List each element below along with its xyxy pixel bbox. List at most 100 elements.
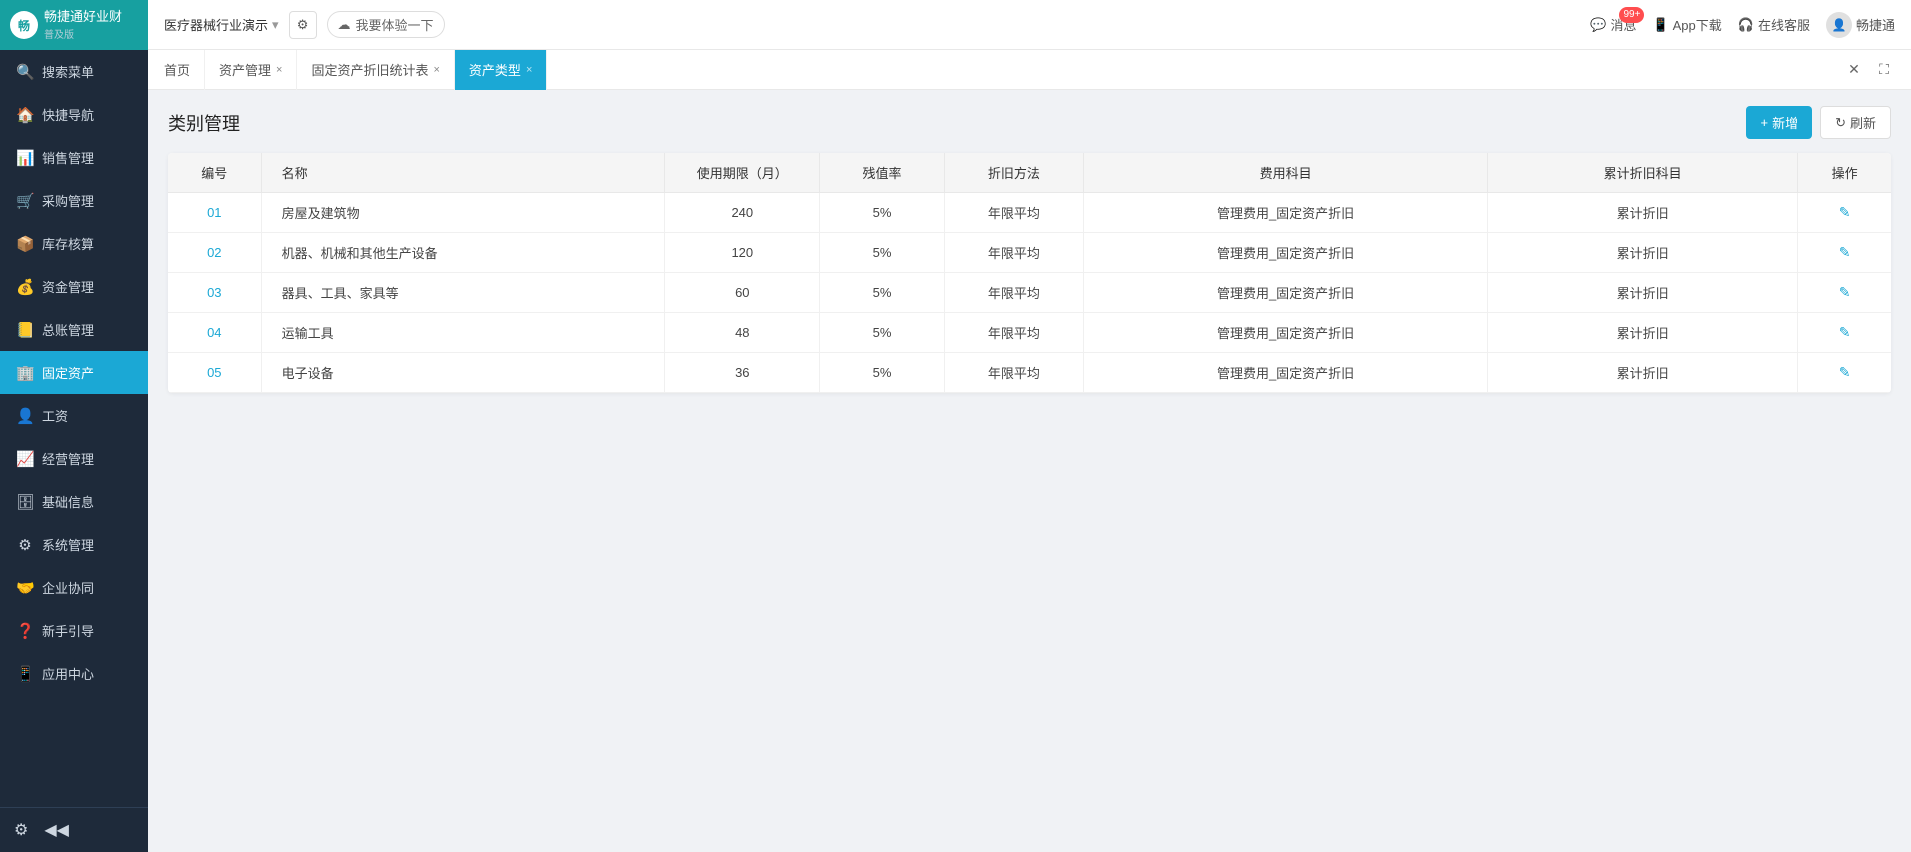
category-table-container: 编号 名称 使用期限（月） 残值率 折旧方法 费用科目 累计折旧科目 操作 01… (168, 153, 1891, 393)
sidebar-item-purchase[interactable]: 🛒 采购管理 (0, 179, 148, 222)
app-download-label: App下载 (1673, 15, 1722, 34)
sidebar-header: 畅 畅捷通好业财 普及版 (0, 0, 148, 50)
company-dropdown-icon: ▾ (272, 17, 279, 33)
sidebar-item-basicinfo[interactable]: 🗄 基础信息 (0, 480, 148, 523)
sidebar-item-search[interactable]: 🔍 搜索菜单 (0, 50, 148, 93)
cell-op: ✎ (1798, 233, 1891, 273)
cell-id[interactable]: 03 (168, 273, 261, 313)
sidebar-item-salary[interactable]: 👤 工资 (0, 394, 148, 437)
refresh-button-label: 刷新 (1850, 113, 1876, 132)
tab-home-label: 首页 (164, 60, 190, 79)
messages-btn[interactable]: 💬 消息 99 (1590, 15, 1636, 34)
sidebar-item-system[interactable]: ⚙ 系统管理 (0, 523, 148, 566)
cell-id[interactable]: 04 (168, 313, 261, 353)
edit-icon[interactable]: ✎ (1839, 284, 1851, 300)
cell-name: 运输工具 (261, 313, 665, 353)
company-selector[interactable]: 医疗器械行业演示 ▾ (164, 15, 279, 34)
enterprise-icon: 🤝 (16, 579, 34, 597)
page-actions: + 新增 ↻ 刷新 (1746, 106, 1891, 139)
user-btn[interactable]: 👤 畅捷通 (1826, 12, 1895, 38)
sidebar-item-quicknav[interactable]: 🏠 快捷导航 (0, 93, 148, 136)
cell-accum: 累计折旧 (1487, 233, 1797, 273)
cell-id[interactable]: 05 (168, 353, 261, 393)
ledger-icon: 📒 (16, 321, 34, 339)
tab-expand-btn[interactable]: ⛶ (1873, 59, 1895, 81)
avatar: 👤 (1826, 12, 1852, 38)
topbar: 医疗器械行业演示 ▾ ⚙ ☁ 我要体验一下 💬 消息 99 📱 App下载 🎧 … (148, 0, 1911, 50)
salary-icon: 👤 (16, 407, 34, 425)
tab-close-btn[interactable]: ✕ (1843, 59, 1865, 81)
main-area: 医疗器械行业演示 ▾ ⚙ ☁ 我要体验一下 💬 消息 99 📱 App下载 🎧 … (148, 0, 1911, 852)
settings-footer-icon[interactable]: ⚙ (10, 816, 32, 844)
sidebar-item-operations[interactable]: 📈 经营管理 (0, 437, 148, 480)
edit-icon[interactable]: ✎ (1839, 244, 1851, 260)
tab-asset-management-close[interactable]: × (276, 64, 282, 76)
sidebar-item-guide[interactable]: ❓ 新手引导 (0, 609, 148, 652)
edit-icon[interactable]: ✎ (1839, 364, 1851, 380)
app-name: 畅捷通好业财 (44, 9, 122, 26)
company-name: 医疗器械行业演示 (164, 15, 268, 34)
cell-id[interactable]: 02 (168, 233, 261, 273)
new-button[interactable]: + 新增 (1746, 106, 1812, 139)
cloud-icon: ☁ (338, 17, 351, 33)
topbar-right: 💬 消息 99 📱 App下载 🎧 在线客服 👤 畅捷通 (1590, 12, 1895, 38)
sidebar-item-fixed[interactable]: 🏢 固定资产 (0, 351, 148, 394)
tab-home[interactable]: 首页 (164, 50, 205, 90)
tab-depreciation-stats-label: 固定资产折旧统计表 (311, 60, 428, 79)
cell-name: 电子设备 (261, 353, 665, 393)
edit-icon[interactable]: ✎ (1839, 204, 1851, 220)
tab-depreciation-stats[interactable]: 固定资产折旧统计表 × (297, 50, 454, 90)
refresh-button[interactable]: ↻ 刷新 (1820, 106, 1891, 139)
headset-icon: 🎧 (1738, 17, 1754, 33)
cell-op: ✎ (1798, 273, 1891, 313)
online-service-btn[interactable]: 🎧 在线客服 (1738, 15, 1810, 34)
online-service-label: 在线客服 (1758, 15, 1810, 34)
cell-rate: 5% (820, 273, 944, 313)
sidebar-item-label-fixed: 固定资产 (42, 363, 94, 382)
sidebar-item-sales[interactable]: 📊 销售管理 (0, 136, 148, 179)
app-edition: 普及版 (44, 26, 122, 41)
basicinfo-icon: 🗄 (16, 493, 34, 511)
app-download-btn[interactable]: 📱 App下载 (1652, 15, 1721, 34)
tab-asset-management[interactable]: 资产管理 × (205, 50, 297, 90)
experience-btn[interactable]: ☁ 我要体验一下 (327, 11, 445, 38)
refresh-icon: ↻ (1835, 115, 1846, 131)
cell-expense: 管理费用_固定资产折旧 (1084, 353, 1488, 393)
cell-name: 房屋及建筑物 (261, 193, 665, 233)
content-area: 类别管理 + 新增 ↻ 刷新 编号 名称 使用期限（月） (148, 90, 1911, 852)
tab-asset-management-label: 资产管理 (219, 60, 271, 79)
cell-rate: 5% (820, 233, 944, 273)
tab-depreciation-stats-close[interactable]: × (433, 64, 439, 76)
sidebar-item-appstore[interactable]: 📱 应用中心 (0, 652, 148, 695)
tabs-bar: 首页 资产管理 × 固定资产折旧统计表 × 资产类型 × ✕ ⛶ (148, 50, 1911, 90)
sidebar-item-ledger[interactable]: 📒 总账管理 (0, 308, 148, 351)
messages-badge: 99 (1619, 7, 1644, 23)
tab-asset-type-close[interactable]: × (526, 64, 532, 76)
sidebar-item-label-inventory: 库存核算 (42, 234, 94, 253)
sidebar-item-capital[interactable]: 💰 资金管理 (0, 265, 148, 308)
sidebar-item-label-purchase: 采购管理 (42, 191, 94, 210)
topbar-settings-btn[interactable]: ⚙ (289, 11, 317, 39)
sidebar-item-label-basicinfo: 基础信息 (42, 492, 94, 511)
experience-label: 我要体验一下 (356, 15, 434, 34)
table-header-row: 编号 名称 使用期限（月） 残值率 折旧方法 费用科目 累计折旧科目 操作 (168, 153, 1891, 193)
cell-method: 年限平均 (944, 313, 1084, 353)
collapse-icon[interactable]: ◀◀ (40, 816, 73, 844)
plus-icon: + (1760, 115, 1768, 130)
sidebar-nav: 🔍 搜索菜单 🏠 快捷导航 📊 销售管理 🛒 采购管理 📦 库存核算 💰 资金管… (0, 50, 148, 807)
cell-id[interactable]: 01 (168, 193, 261, 233)
appstore-icon: 📱 (16, 665, 34, 683)
user-label: 畅捷通 (1856, 15, 1895, 34)
cell-op: ✎ (1798, 353, 1891, 393)
cell-rate: 5% (820, 193, 944, 233)
guide-icon: ❓ (16, 622, 34, 640)
table-body: 01 房屋及建筑物 240 5% 年限平均 管理费用_固定资产折旧 累计折旧 ✎… (168, 193, 1891, 393)
quicknav-icon: 🏠 (16, 106, 34, 124)
sidebar-item-inventory[interactable]: 📦 库存核算 (0, 222, 148, 265)
sidebar-item-label-operations: 经营管理 (42, 449, 94, 468)
sidebar-item-enterprise[interactable]: 🤝 企业协同 (0, 566, 148, 609)
edit-icon[interactable]: ✎ (1839, 324, 1851, 340)
cell-accum: 累计折旧 (1487, 273, 1797, 313)
tab-asset-type[interactable]: 资产类型 × (455, 50, 547, 90)
cell-expense: 管理费用_固定资产折旧 (1084, 313, 1488, 353)
